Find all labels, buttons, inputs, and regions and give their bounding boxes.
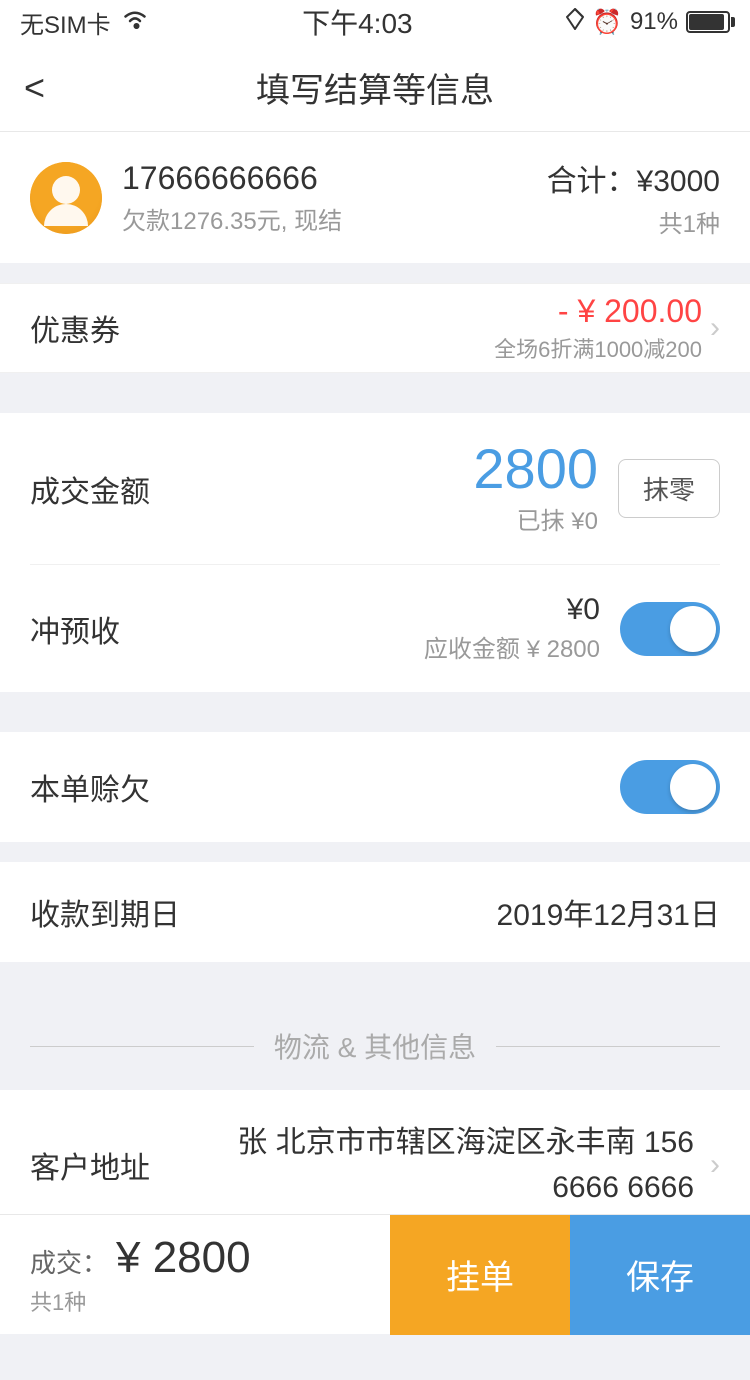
battery-icon — [686, 11, 730, 33]
section-divider-2 — [0, 712, 750, 732]
address-value: 张 北京市市辖区海淀区永丰南 156 6666 6666 — [166, 1120, 694, 1210]
status-bar: 无SIM卡 下午4:03 ⏰ 91% — [0, 0, 750, 44]
page-title: 填写结算等信息 — [256, 63, 494, 112]
bottom-total-row: 成交： ¥ 2800 — [30, 1233, 360, 1283]
hold-button[interactable]: 挂单 — [390, 1215, 570, 1335]
debt-row: 本单赊欠 — [30, 732, 720, 842]
status-left: 无SIM卡 — [20, 5, 149, 40]
header: < 填写结算等信息 — [0, 44, 750, 132]
bottom-count: 共1种 — [30, 1285, 360, 1317]
debt-toggle[interactable] — [620, 760, 720, 814]
status-right: ⏰ 91% — [566, 8, 730, 37]
section-divider-1 — [0, 393, 750, 413]
address-label: 客户地址 — [30, 1143, 150, 1187]
transaction-label: 成交金额 — [30, 467, 150, 511]
address-chevron-icon: › — [710, 1148, 720, 1182]
divider-line-left — [30, 1046, 254, 1047]
due-date-row: 收款到期日 2019年12月31日 — [30, 862, 720, 962]
bottom-bar: 成交： ¥ 2800 共1种 挂单 保存 — [0, 1214, 750, 1334]
wifi-icon — [121, 8, 149, 37]
battery-percent: 91% — [630, 8, 678, 36]
status-time: 下午4:03 — [302, 2, 413, 42]
transaction-amount: 2800 — [473, 441, 598, 497]
bottom-amount: ¥ 2800 — [116, 1233, 251, 1283]
prepayment-right: ¥0 应收金额 ¥ 2800 — [424, 593, 720, 664]
coupon-amount: - ¥ 200.00 — [494, 293, 702, 330]
carrier-label: 无SIM卡 — [20, 5, 111, 40]
divider-line-right — [496, 1046, 720, 1047]
customer-section: 17666666666 欠款1276.35元, 现结 合计：¥3000 共1种 — [0, 132, 750, 263]
alarm-icon: ⏰ — [592, 8, 622, 37]
bottom-summary: 成交： ¥ 2800 共1种 — [0, 1233, 390, 1317]
debt-toggle-knob — [670, 764, 716, 810]
customer-left: 17666666666 欠款1276.35元, 现结 — [30, 160, 342, 236]
prepayment-row: 冲预收 ¥0 应收金额 ¥ 2800 — [30, 565, 720, 692]
debt-label: 本单赊欠 — [30, 765, 150, 809]
chevron-right-icon: › — [710, 311, 720, 345]
back-button[interactable]: < — [24, 67, 45, 109]
prepayment-label: 冲预收 — [30, 607, 120, 651]
due-date-section: 收款到期日 2019年12月31日 — [0, 862, 750, 962]
due-date-value: 2019年12月31日 — [497, 890, 720, 934]
logistics-label: 物流 & 其他信息 — [274, 1026, 476, 1066]
content: 17666666666 欠款1276.35元, 现结 合计：¥3000 共1种 … — [0, 132, 750, 1380]
location-icon — [566, 8, 584, 37]
logistics-divider: 物流 & 其他信息 — [0, 1002, 750, 1090]
customer-right: 合计：¥3000 共1种 — [547, 156, 720, 239]
prepayment-amount: ¥0 — [424, 593, 600, 627]
coupon-right: - ¥ 200.00 全场6折满1000减200 › — [494, 293, 720, 364]
bottom-label: 成交： — [30, 1243, 108, 1280]
transaction-row: 成交金额 2800 已抹 ¥0 抹零 — [30, 413, 720, 565]
customer-phone: 17666666666 — [122, 160, 342, 197]
transaction-right: 2800 已抹 ¥0 抹零 — [473, 441, 720, 536]
due-date-label: 收款到期日 — [30, 890, 180, 934]
transaction-section: 成交金额 2800 已抹 ¥0 抹零 冲预收 ¥0 应收金额 ¥ 2800 — [0, 413, 750, 692]
transaction-rounded: 已抹 ¥0 — [473, 501, 598, 536]
prepayment-sub: 应收金额 ¥ 2800 — [424, 629, 600, 664]
coupon-label: 优惠券 — [30, 306, 120, 350]
coupon-section[interactable]: 优惠券 - ¥ 200.00 全场6折满1000减200 › — [0, 283, 750, 373]
total-value: 合计：¥3000 — [547, 156, 720, 200]
round-button[interactable]: 抹零 — [618, 459, 720, 518]
customer-info: 17666666666 欠款1276.35元, 现结 — [122, 160, 342, 236]
toggle-knob — [670, 606, 716, 652]
coupon-desc: 全场6折满1000减200 — [494, 332, 702, 364]
section-divider-3 — [0, 982, 750, 1002]
prepayment-toggle[interactable] — [620, 602, 720, 656]
total-count: 共1种 — [547, 204, 720, 239]
avatar — [30, 162, 102, 234]
save-button[interactable]: 保存 — [570, 1215, 750, 1335]
customer-debt: 欠款1276.35元, 现结 — [122, 201, 342, 236]
debt-section: 本单赊欠 — [0, 732, 750, 842]
